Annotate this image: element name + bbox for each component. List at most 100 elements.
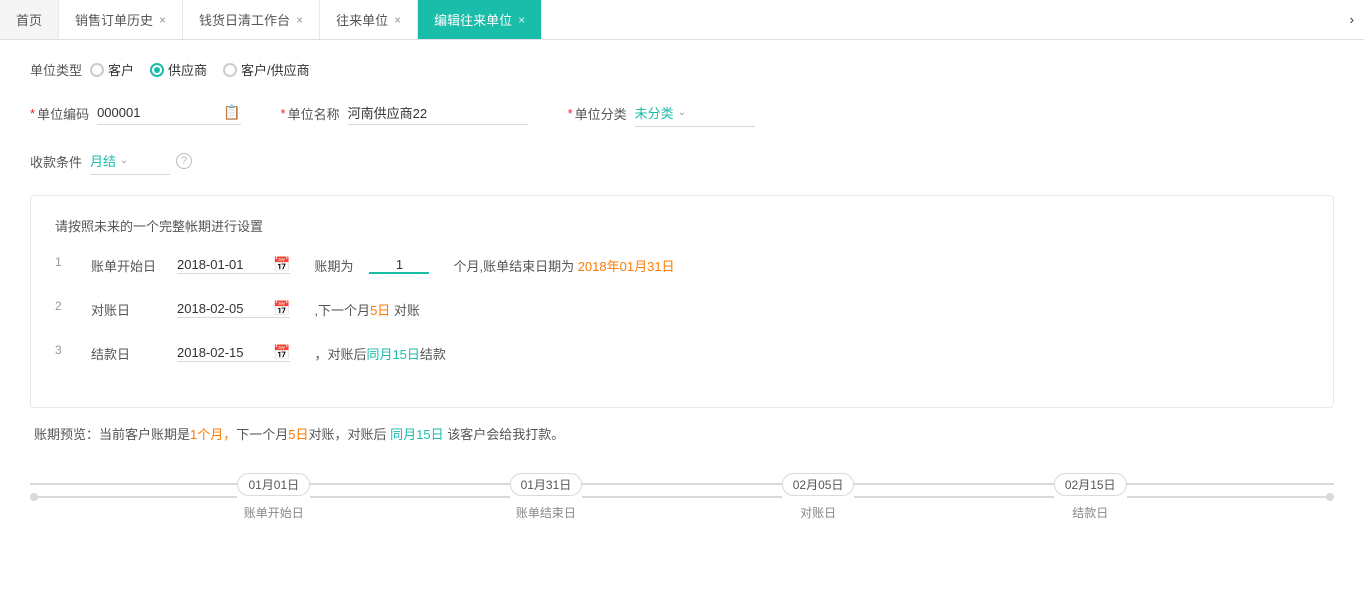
period-start-calendar-icon[interactable]: 📅	[273, 256, 290, 273]
period-row-1-post-label: 个月,账单结束日期为 2018年01月31日	[453, 256, 674, 275]
timeline-start-dot	[30, 493, 38, 501]
period-row-2-highlight: 5日	[370, 303, 390, 318]
radio-customer[interactable]: 客户	[90, 60, 134, 79]
period-start-date-input-wrapper: 📅	[177, 256, 290, 274]
unit-type-row: 单位类型 客户 供应商 客户/供应商	[30, 60, 1334, 79]
tab-sales-order[interactable]: 销售订单历史 ×	[59, 0, 183, 39]
timeline-node-3: 02月15日 结款日	[1054, 473, 1127, 521]
period-row-3-label: 结款日	[91, 344, 161, 363]
timeline-node-1: 01月31日 账单结束日	[510, 473, 583, 521]
unit-type-radio-group: 客户 供应商 客户/供应商	[90, 60, 310, 79]
period-row-3-highlight: 同月15日	[366, 347, 419, 362]
payment-field: 收款条件 月结 ⌄ ?	[30, 147, 192, 175]
unit-name-required: *	[281, 106, 286, 121]
period-row-2: 2 对账日 📅 ,下一个月5日 对账	[55, 299, 1309, 319]
period-end-date-highlight: 2018年01月31日	[578, 259, 675, 274]
period-reconcile-date-input-wrapper: 📅	[177, 300, 290, 318]
timeline-badge-1: 01月31日	[510, 473, 583, 496]
tab-home[interactable]: 首页	[0, 0, 59, 39]
unit-name-field: * 单位名称	[281, 101, 528, 125]
period-row-2-suffix: ,下一个月5日 对账	[314, 300, 420, 319]
timeline-seg-1	[310, 496, 509, 498]
preview-highlight3: 同月15日	[390, 427, 443, 442]
tab-cash-work[interactable]: 钱货日清工作台 ×	[183, 0, 320, 39]
unit-code-label: 单位编码	[37, 104, 89, 123]
period-row-1: 1 账单开始日 📅 账期为 个月,账单结束日期为 2018年01月31日	[55, 255, 1309, 275]
payment-label: 收款条件	[30, 152, 82, 171]
timeline-node-2: 02月05日 对账日	[782, 473, 855, 521]
preview-text: 账期预览：当前客户账期是1个月，下一个月5日对账，对账后 同月15日 该客户会给…	[30, 424, 1334, 443]
unit-class-field: * 单位分类 未分类 ⌄	[568, 99, 755, 127]
payment-select[interactable]: 月结 ⌄	[90, 147, 170, 175]
timeline-badge-0: 01月01日	[237, 473, 310, 496]
unit-code-input-wrapper: 📋	[97, 101, 240, 125]
tab-partner-unit[interactable]: 往来单位 ×	[320, 0, 418, 39]
chevron-down-icon: ⌄	[678, 107, 686, 118]
period-settings-box: 请按照未来的一个完整帐期进行设置 1 账单开始日 📅 账期为 个月,账单结束日期…	[30, 195, 1334, 408]
timeline-label-1: 账单结束日	[516, 504, 576, 521]
close-tab-partner-unit[interactable]: ×	[394, 14, 401, 26]
period-title: 请按照未来的一个完整帐期进行设置	[55, 216, 1309, 235]
unit-type-field: 单位类型 客户 供应商 客户/供应商	[30, 60, 310, 79]
period-reconcile-calendar-icon[interactable]: 📅	[273, 300, 290, 317]
timeline-label-3: 结款日	[1072, 504, 1108, 521]
timeline-seg-4	[1127, 496, 1326, 498]
tab-edit-partner[interactable]: 编辑往来单位 ×	[418, 0, 542, 39]
unit-class-select[interactable]: 未分类 ⌄	[635, 99, 755, 127]
unit-code-field: * 单位编码 📋	[30, 101, 241, 125]
payment-help-icon[interactable]: ?	[176, 153, 192, 169]
timeline-label-2: 对账日	[800, 504, 836, 521]
period-payment-calendar-icon[interactable]: 📅	[273, 344, 290, 361]
timeline-badge-2: 02月05日	[782, 473, 855, 496]
unit-name-label: 单位名称	[288, 104, 340, 123]
radio-customer-circle	[90, 63, 104, 77]
radio-supplier[interactable]: 供应商	[150, 60, 207, 79]
unit-code-input[interactable]	[97, 101, 217, 124]
period-row-3: 3 结款日 📅 ，对账后同月15日结款	[55, 343, 1309, 363]
period-row-1-num: 1	[55, 255, 75, 275]
period-start-date-input[interactable]	[177, 257, 267, 272]
period-row-3-suffix: ，对账后同月15日结款	[314, 344, 446, 363]
timeline-badge-3: 02月15日	[1054, 473, 1127, 496]
period-payment-date-input-wrapper: 📅	[177, 344, 290, 362]
period-row-2-num: 2	[55, 299, 75, 319]
preview-highlight1: 1个月，	[190, 427, 236, 442]
radio-supplier-circle	[150, 63, 164, 77]
timeline-node-0: 01月01日 账单开始日	[237, 473, 310, 521]
period-month-input-wrapper	[369, 257, 429, 274]
timeline-seg-2	[582, 496, 781, 498]
period-row-2-label: 对账日	[91, 300, 161, 319]
timeline-seg-0	[38, 496, 237, 498]
timeline-end-dot	[1326, 493, 1334, 501]
unit-code-required: *	[30, 106, 35, 121]
period-payment-date-input[interactable]	[177, 345, 267, 360]
close-tab-cash-work[interactable]: ×	[296, 14, 303, 26]
close-tab-edit-partner[interactable]: ×	[518, 14, 525, 26]
radio-both[interactable]: 客户/供应商	[223, 60, 310, 79]
payment-chevron-icon: ⌄	[120, 155, 128, 166]
payment-value: 月结	[90, 151, 116, 170]
timeline-container: 01月01日 账单开始日 01月31日 账单结束日 02月05日 对账日 02月…	[30, 463, 1334, 531]
preview-highlight2: 5日	[288, 427, 308, 442]
timeline-label-0: 账单开始日	[244, 504, 304, 521]
unit-class-value: 未分类	[635, 103, 674, 122]
period-reconcile-date-input[interactable]	[177, 301, 267, 316]
unit-class-label: 单位分类	[575, 104, 627, 123]
chevron-right-icon: ›	[1350, 12, 1354, 27]
timeline-nodes: 01月01日 账单开始日 01月31日 账单结束日 02月05日 对账日 02月…	[30, 473, 1334, 521]
tab-more-button[interactable]: ›	[1340, 0, 1364, 39]
close-tab-sales-order[interactable]: ×	[159, 14, 166, 26]
period-row-1-label: 账单开始日	[91, 256, 161, 275]
unit-name-input[interactable]	[348, 101, 528, 125]
radio-both-circle	[223, 63, 237, 77]
unit-code-copy-icon[interactable]: 📋	[223, 104, 240, 121]
unit-class-required: *	[568, 106, 573, 121]
unit-info-row: * 单位编码 📋 * 单位名称 * 单位分类 未分类 ⌄	[30, 99, 1334, 127]
tab-bar: 首页 销售订单历史 × 钱货日清工作台 × 往来单位 × 编辑往来单位 × ›	[0, 0, 1364, 40]
period-month-input[interactable]	[369, 257, 429, 274]
period-row-3-num: 3	[55, 343, 75, 363]
period-row-1-pre-label: 账期为	[314, 256, 353, 275]
timeline-seg-3	[854, 496, 1053, 498]
unit-type-label: 单位类型	[30, 60, 82, 79]
payment-row: 收款条件 月结 ⌄ ?	[30, 147, 1334, 175]
